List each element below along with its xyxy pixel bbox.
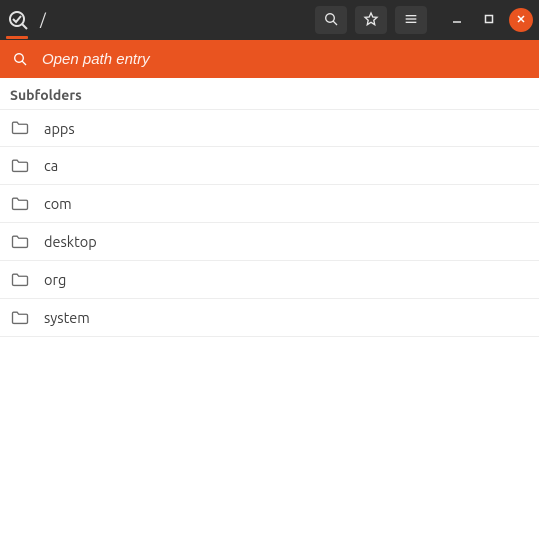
folder-row[interactable]: com (0, 185, 539, 223)
window-controls (445, 8, 533, 32)
folder-icon (10, 156, 30, 176)
folder-name: ca (44, 157, 58, 174)
close-icon (515, 12, 527, 28)
path-bar (0, 40, 539, 78)
maximize-button[interactable] (477, 8, 501, 32)
search-button[interactable] (315, 6, 347, 34)
folder-name: system (44, 309, 90, 326)
path-input[interactable] (42, 51, 527, 68)
folder-icon (10, 194, 30, 214)
folder-icon (10, 270, 30, 290)
folder-name: org (44, 271, 66, 288)
folder-icon (10, 308, 30, 328)
folder-list: apps ca com desktop org system (0, 109, 539, 537)
folder-icon (10, 118, 30, 138)
folder-row[interactable]: ca (0, 147, 539, 185)
search-icon (323, 11, 339, 30)
section-heading: Subfolders (0, 78, 539, 109)
folder-name: desktop (44, 233, 97, 250)
folder-row[interactable]: org (0, 261, 539, 299)
menu-button[interactable] (395, 6, 427, 34)
path-search-icon (12, 51, 28, 67)
folder-row[interactable]: system (0, 299, 539, 337)
hamburger-icon (403, 11, 419, 30)
bookmark-button[interactable] (355, 6, 387, 34)
app-icon (6, 8, 30, 32)
folder-row[interactable]: desktop (0, 223, 539, 261)
star-icon (363, 11, 379, 30)
maximize-icon (483, 12, 495, 28)
folder-icon (10, 232, 30, 252)
breadcrumb[interactable]: / (34, 11, 46, 29)
close-button[interactable] (509, 8, 533, 32)
minimize-button[interactable] (445, 8, 469, 32)
minimize-icon (451, 12, 463, 28)
folder-row[interactable]: apps (0, 109, 539, 147)
folder-name: apps (44, 120, 75, 137)
headerbar: / (0, 0, 539, 40)
folder-name: com (44, 195, 72, 212)
